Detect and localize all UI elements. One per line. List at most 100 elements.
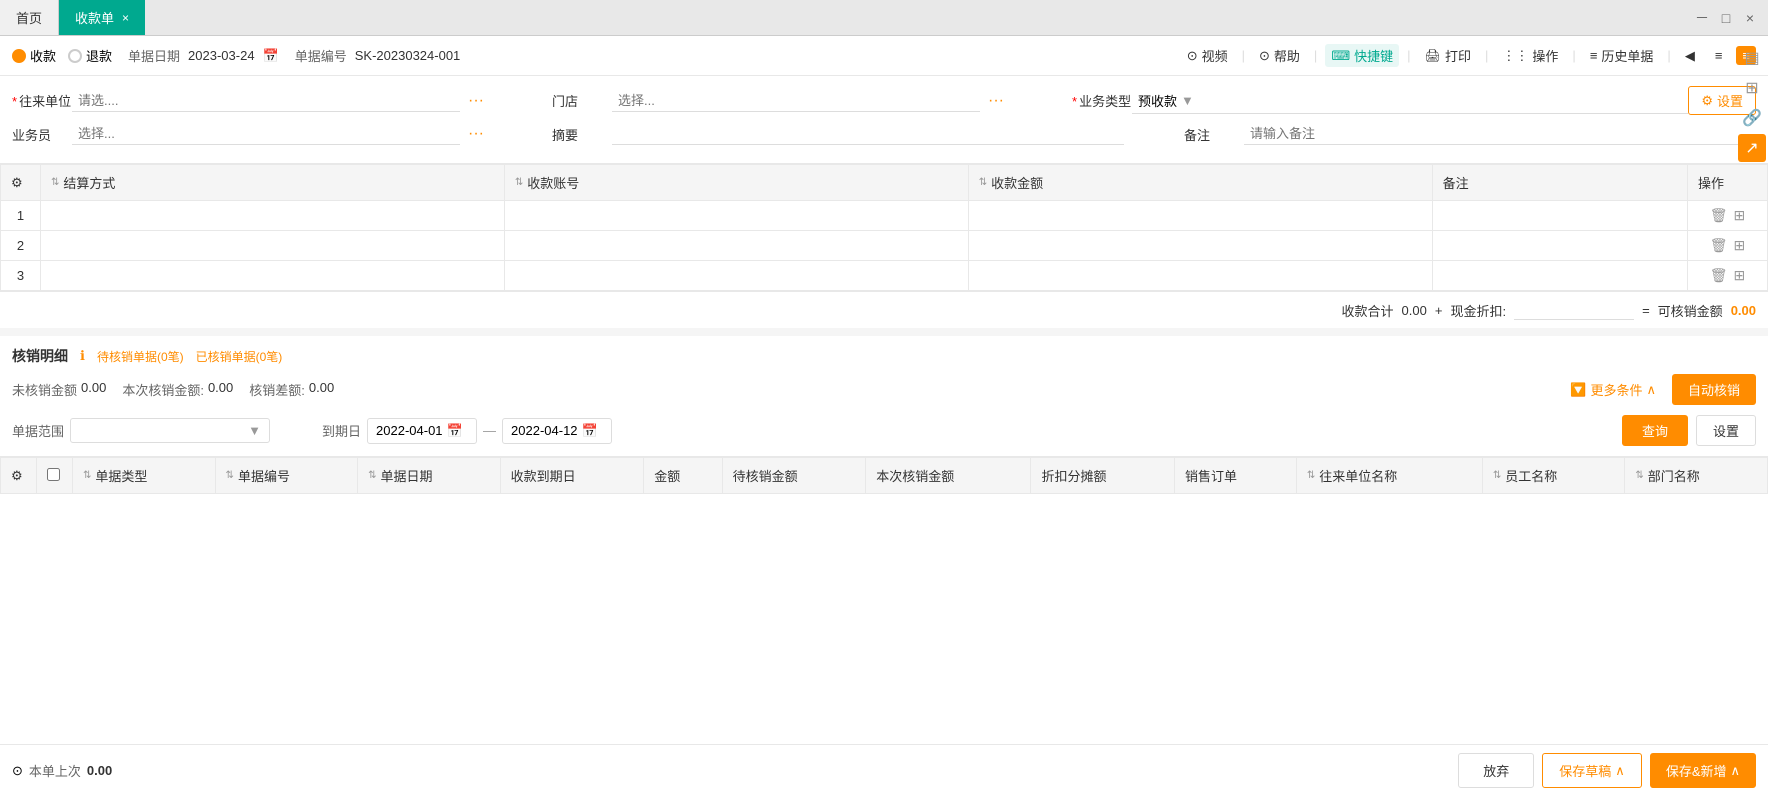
- row-amount-1[interactable]: [968, 201, 1432, 231]
- print-icon: 🖨: [1424, 48, 1441, 64]
- bt-sort-icon4[interactable]: ⇅: [1307, 470, 1315, 481]
- bt-sort-icon1[interactable]: ⇅: [83, 470, 91, 481]
- row-payment-3[interactable]: [41, 261, 505, 291]
- row-account-3[interactable]: [504, 261, 968, 291]
- store-input[interactable]: [612, 90, 980, 112]
- sort-icon3[interactable]: ⇅: [979, 177, 987, 188]
- save-draft-button[interactable]: 保存草稿 ∧: [1542, 753, 1642, 788]
- range-select[interactable]: ▼: [70, 418, 270, 443]
- btcol-doctype-label: 单据类型: [95, 466, 147, 485]
- business-type-select[interactable]: 预收款 ▼: [1132, 88, 1688, 114]
- bt-sort-icon3[interactable]: ⇅: [368, 470, 376, 481]
- row-amount-2[interactable]: [968, 231, 1432, 261]
- copy-row-1-button[interactable]: ⊞: [1734, 207, 1746, 224]
- sidebar-link-icon[interactable]: 🔗: [1738, 104, 1766, 132]
- sidebar-expand-icon[interactable]: ↗: [1738, 134, 1766, 162]
- partner-input[interactable]: [72, 90, 460, 112]
- print-button[interactable]: 🖨 打印: [1418, 44, 1477, 67]
- copy-row-3-button[interactable]: ⊞: [1734, 267, 1746, 284]
- store-label: 门店: [552, 91, 612, 110]
- nav-prev-button[interactable]: ◀: [1679, 46, 1701, 66]
- tab-verified[interactable]: 已核销单据(0笔): [196, 348, 283, 365]
- row-amount-3[interactable]: [968, 261, 1432, 291]
- copy-row-2-button[interactable]: ⊞: [1734, 237, 1746, 254]
- video-button[interactable]: ⊙ 视频: [1181, 44, 1234, 67]
- total-value: 0.00: [1402, 303, 1427, 318]
- auto-verify-button[interactable]: 自动核销: [1672, 374, 1756, 405]
- row-payment-2[interactable]: [41, 231, 505, 261]
- btcol-current-header: 本次核销金额: [866, 458, 1031, 494]
- discount-input[interactable]: [1514, 300, 1634, 320]
- minimize-button[interactable]: －: [1692, 8, 1712, 28]
- date-from-input[interactable]: 2022-04-01 📅: [367, 418, 477, 444]
- table-gear-icon[interactable]: ⚙: [11, 175, 23, 190]
- verification-header: 核销明细 ℹ 待核销单据(0笔) 已核销单据(0笔): [12, 346, 1756, 366]
- row-account-2[interactable]: [504, 231, 968, 261]
- info-icon[interactable]: ℹ: [80, 348, 85, 364]
- sort-icon[interactable]: ⇅: [51, 177, 59, 188]
- bt-sort-icon5[interactable]: ⇅: [1493, 470, 1501, 481]
- sort-icon2[interactable]: ⇅: [515, 177, 523, 188]
- row-account-1[interactable]: [504, 201, 968, 231]
- summary-input[interactable]: [612, 123, 1124, 145]
- query-button[interactable]: 查询: [1622, 415, 1688, 446]
- staff-input[interactable]: [72, 123, 460, 145]
- more-conditions-button[interactable]: 🔽 更多条件 ∧: [1570, 380, 1656, 399]
- video-icon: ⊙: [1187, 48, 1198, 64]
- delete-row-1-button[interactable]: 🗑: [1710, 207, 1728, 224]
- print-label: 打印: [1445, 46, 1471, 65]
- this-turn-label: 本单上次: [29, 761, 81, 780]
- bt-sort-icon2[interactable]: ⇅: [226, 470, 234, 481]
- select-all-checkbox[interactable]: [47, 468, 60, 481]
- sidebar-table-icon[interactable]: ▤: [1738, 44, 1766, 72]
- current-stat: 本次核销金额: 0.00: [122, 380, 233, 399]
- history-button[interactable]: ≡ 历史单据: [1584, 44, 1660, 67]
- tab-home[interactable]: 首页: [0, 0, 59, 35]
- tab-close-icon[interactable]: ×: [122, 11, 129, 25]
- bt-sort-icon6[interactable]: ⇅: [1635, 470, 1643, 481]
- row-payment-1[interactable]: [41, 201, 505, 231]
- shortcut-button[interactable]: ⌨ 快捷键: [1325, 44, 1399, 67]
- help-button[interactable]: ⊙ 帮助: [1253, 44, 1306, 67]
- calendar-icon[interactable]: 📅: [263, 48, 279, 64]
- bt-gear-icon[interactable]: ⚙: [11, 468, 23, 483]
- delete-row-2-button[interactable]: 🗑: [1710, 237, 1728, 254]
- btcol-doctype-header: ⇅ 单据类型: [73, 458, 216, 494]
- view-list-button[interactable]: ≡: [1709, 46, 1729, 65]
- range-filter: 单据范围 ▼: [12, 418, 270, 443]
- operations-button[interactable]: ⋮⋮ 操作: [1496, 44, 1564, 67]
- row-note-3[interactable]: [1432, 261, 1687, 291]
- row-note-1[interactable]: [1432, 201, 1687, 231]
- radio-income-label: 收款: [30, 46, 56, 65]
- col-payment-header: ⇅ 结算方式: [41, 165, 505, 201]
- select-arrow-icon: ▼: [1181, 93, 1194, 108]
- partner-more-icon[interactable]: ···: [460, 92, 492, 110]
- delete-row-3-button[interactable]: 🗑: [1710, 267, 1728, 284]
- tab-active[interactable]: 收款单 ×: [59, 0, 145, 35]
- row-num-1: 1: [1, 201, 41, 231]
- filter-settings-button[interactable]: 设置: [1696, 415, 1756, 446]
- btcol-settings-header[interactable]: ⚙: [1, 458, 37, 494]
- note-label: 备注: [1184, 125, 1244, 144]
- radio-income[interactable]: 收款: [12, 46, 56, 65]
- radio-refund[interactable]: 退款: [68, 46, 112, 65]
- doc-number-info: 单据编号 SK-20230324-001: [295, 46, 461, 65]
- tab-pending[interactable]: 待核销单据(0笔): [97, 348, 184, 365]
- col-settings-header[interactable]: ⚙: [1, 165, 41, 201]
- row-note-2[interactable]: [1432, 231, 1687, 261]
- note-input[interactable]: [1244, 123, 1756, 145]
- maximize-button[interactable]: □: [1716, 8, 1736, 28]
- store-more-icon[interactable]: ···: [980, 92, 1012, 110]
- btcol-discount-label: 折扣分摊额: [1041, 469, 1106, 484]
- save-new-button[interactable]: 保存&新增 ∧: [1650, 753, 1756, 788]
- staff-more-icon[interactable]: ···: [460, 125, 492, 143]
- income-table: ⚙ ⇅ 结算方式 ⇅ 收款账号: [0, 164, 1768, 291]
- btcol-discount-header: 折扣分摊额: [1031, 458, 1175, 494]
- footer-info: ⊙ 本单上次 0.00: [12, 761, 112, 780]
- unverified-label: 未核销金额: [12, 380, 77, 399]
- abandon-button[interactable]: 放弃: [1458, 753, 1534, 788]
- close-button[interactable]: ×: [1740, 8, 1760, 28]
- date-to-input[interactable]: 2022-04-12 📅: [502, 418, 612, 444]
- sidebar-grid-icon[interactable]: ⊞: [1738, 74, 1766, 102]
- footer-info-icon[interactable]: ⊙: [12, 763, 23, 779]
